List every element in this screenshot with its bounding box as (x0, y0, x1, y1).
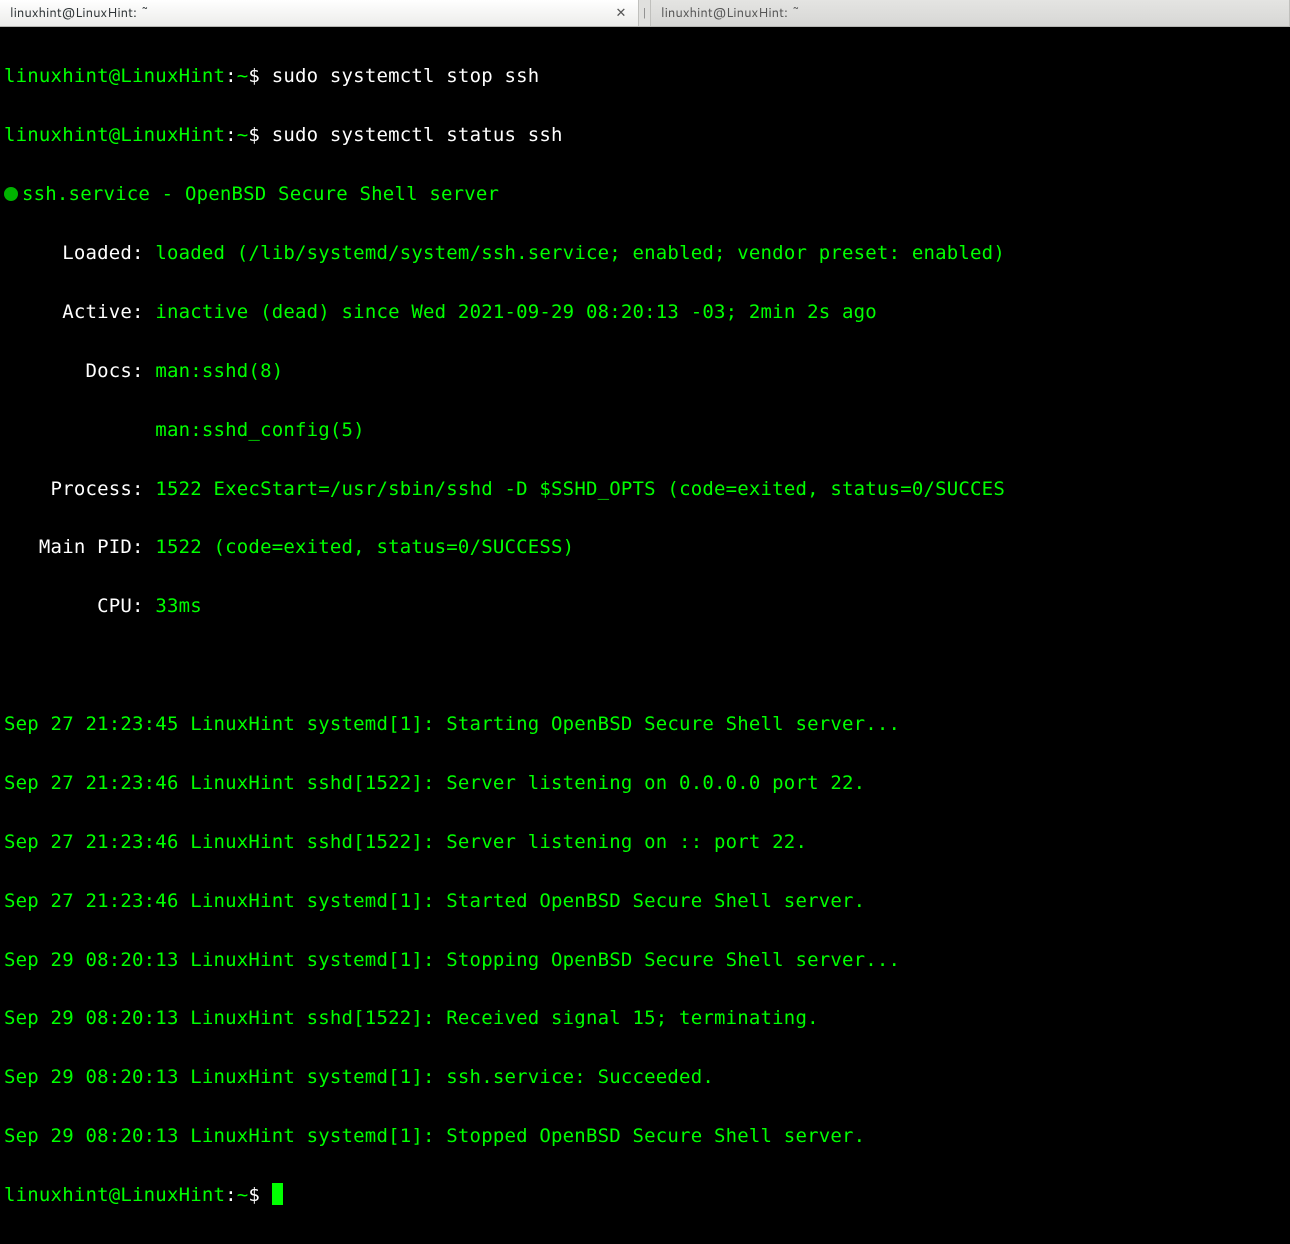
terminal-tab-2[interactable]: linuxhint@LinuxHint: ~ (651, 0, 1290, 26)
command-text: sudo systemctl stop ssh (272, 65, 540, 87)
prompt-line: linuxhint@LinuxHint:~$ sudo systemctl st… (4, 62, 1286, 91)
log-line: Sep 27 21:23:46 LinuxHint systemd[1]: St… (4, 887, 1286, 916)
terminal-output[interactable]: linuxhint@LinuxHint:~$ sudo systemctl st… (0, 27, 1290, 1244)
prompt-user-host: linuxhint@LinuxHint (4, 124, 225, 146)
log-line: Sep 27 21:23:45 LinuxHint systemd[1]: St… (4, 710, 1286, 739)
tab-separator: | (639, 0, 651, 26)
close-icon[interactable]: ✕ (614, 6, 628, 20)
status-process: Process: 1522 ExecStart=/usr/sbin/sshd -… (4, 475, 1286, 504)
prompt-user-host: linuxhint@LinuxHint (4, 1184, 225, 1206)
blank-line (4, 651, 1286, 680)
tab-bar: linuxhint@LinuxHint: ~ ✕ | linuxhint@Lin… (0, 0, 1290, 27)
status-cpu: CPU: 33ms (4, 592, 1286, 621)
status-header: ssh.service - OpenBSD Secure Shell serve… (4, 180, 1286, 209)
log-line: Sep 27 21:23:46 LinuxHint sshd[1522]: Se… (4, 769, 1286, 798)
log-line: Sep 29 08:20:13 LinuxHint systemd[1]: ss… (4, 1063, 1286, 1092)
log-line: Sep 29 08:20:13 LinuxHint systemd[1]: St… (4, 1122, 1286, 1151)
prompt-line-current: linuxhint@LinuxHint:~$ (4, 1181, 1286, 1210)
status-dot-icon (4, 187, 18, 201)
prompt-user-host: linuxhint@LinuxHint (4, 65, 225, 87)
terminal-tab-1[interactable]: linuxhint@LinuxHint: ~ ✕ (0, 0, 639, 26)
status-loaded: Loaded: loaded (/lib/systemd/system/ssh.… (4, 239, 1286, 268)
status-active: Active: inactive (dead) since Wed 2021-0… (4, 298, 1286, 327)
status-mainpid: Main PID: 1522 (code=exited, status=0/SU… (4, 533, 1286, 562)
log-line: Sep 29 08:20:13 LinuxHint systemd[1]: St… (4, 946, 1286, 975)
prompt-line: linuxhint@LinuxHint:~$ sudo systemctl st… (4, 121, 1286, 150)
log-line: Sep 29 08:20:13 LinuxHint sshd[1522]: Re… (4, 1004, 1286, 1033)
command-text: sudo systemctl status ssh (272, 124, 563, 146)
status-docs: Docs: man:sshd(8) (4, 357, 1286, 386)
tab-label: linuxhint@LinuxHint: ~ (661, 4, 1279, 22)
cursor-icon (272, 1183, 283, 1205)
tab-label: linuxhint@LinuxHint: ~ (10, 4, 606, 22)
status-docs-2: man:sshd_config(5) (4, 416, 1286, 445)
log-line: Sep 27 21:23:46 LinuxHint sshd[1522]: Se… (4, 828, 1286, 857)
